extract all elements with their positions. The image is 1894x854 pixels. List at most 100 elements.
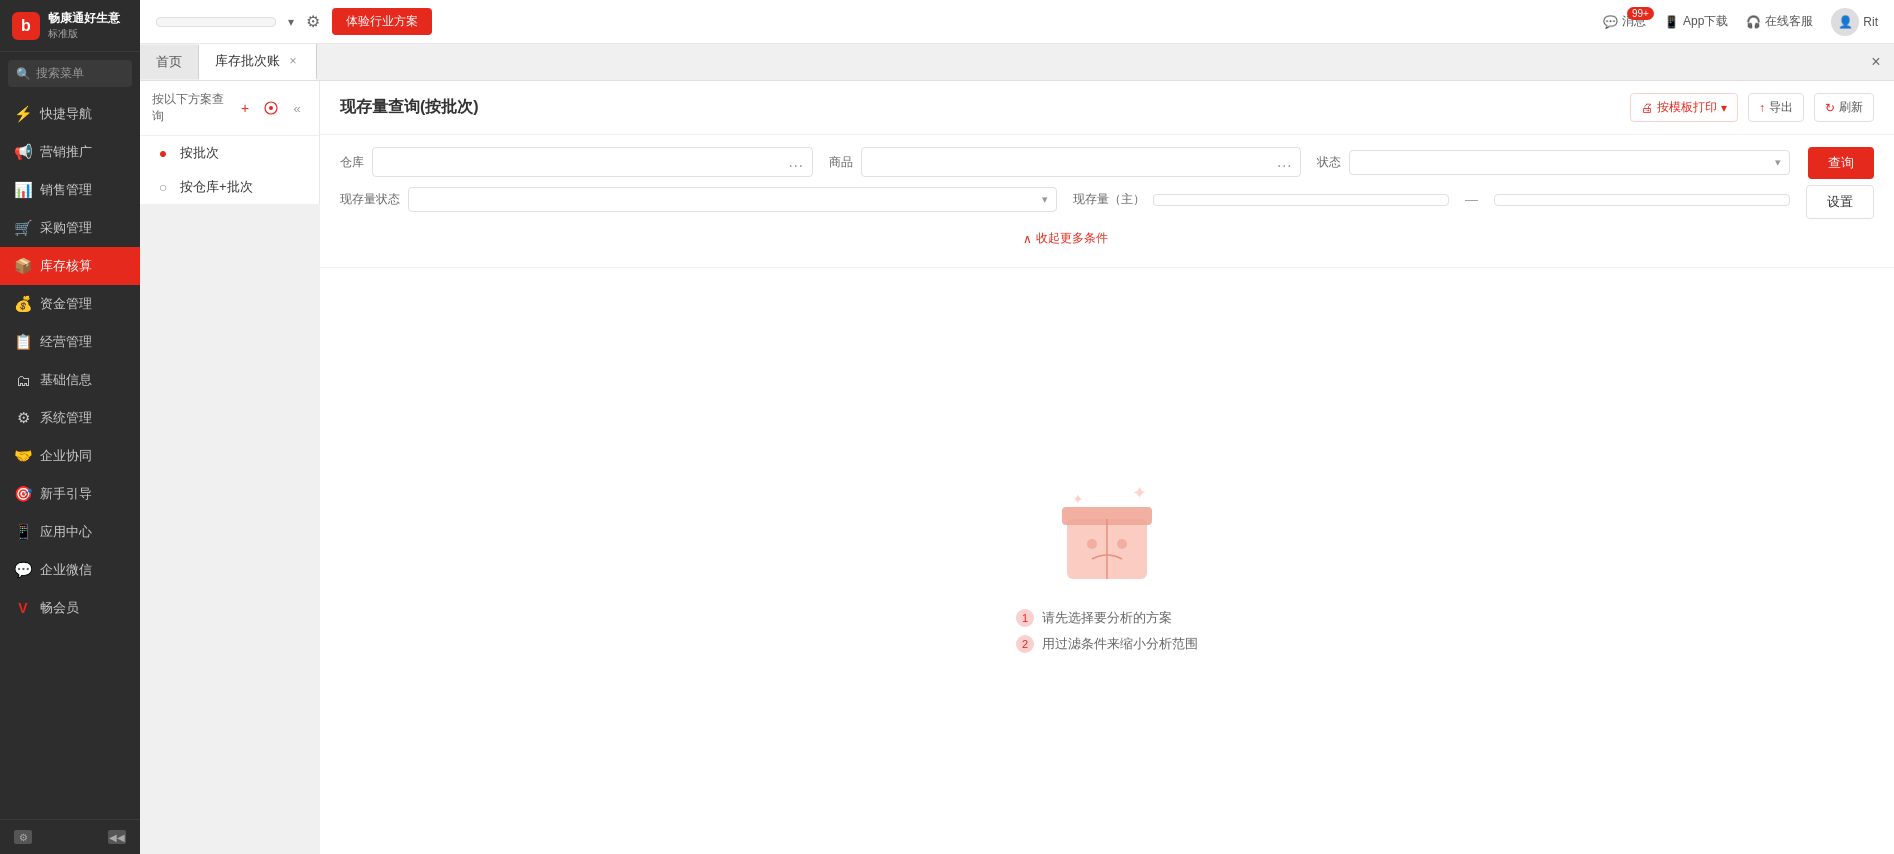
filter-buttons: 查询 设置	[1806, 147, 1874, 219]
print-dropdown-icon: ▾	[1721, 101, 1727, 115]
sidebar-item-operations[interactable]: 📋 经营管理	[0, 323, 140, 361]
filter-row-1: 仓库 … 商品 …	[340, 147, 1790, 177]
sidebar-item-member[interactable]: V 畅会员	[0, 589, 140, 627]
add-scheme-btn[interactable]: +	[235, 98, 255, 118]
tab-close-btn[interactable]: ×	[286, 54, 300, 68]
tab-batch[interactable]: 库存批次账 ×	[199, 44, 317, 80]
apps-icon: 📱	[14, 523, 32, 541]
sidebar-item-basic[interactable]: 🗂 基础信息	[0, 361, 140, 399]
sidebar-item-apps[interactable]: 📱 应用中心	[0, 513, 140, 551]
scheme-item-by-warehouse-batch[interactable]: ○ 按仓库+批次	[140, 170, 319, 204]
refresh-btn[interactable]: ↻ 刷新	[1814, 93, 1874, 122]
empty-tip-2: 2 用过滤条件来缩小分析范围	[1016, 635, 1198, 653]
sidebar-item-label: 快捷导航	[40, 105, 92, 123]
search-icon: 🔍	[16, 67, 31, 81]
stock-amount-min[interactable]	[1153, 194, 1449, 206]
product-label: 商品	[829, 154, 853, 171]
filter-product: 商品 …	[829, 147, 1302, 177]
collapse-panel-btn[interactable]: «	[287, 98, 307, 118]
sidebar-item-system[interactable]: ⚙ 系统管理	[0, 399, 140, 437]
filter-row-2: 现存量状态 ▾ 现存量（主）	[340, 187, 1790, 212]
stock-status-select[interactable]: ▾	[408, 187, 1057, 212]
user-avatar-btn[interactable]: 👤 Rit	[1831, 8, 1878, 36]
sidebar-item-label: 企业微信	[40, 561, 92, 579]
filter-warehouse: 仓库 …	[340, 147, 813, 177]
svg-text:✦: ✦	[1072, 491, 1084, 507]
sidebar-item-label: 应用中心	[40, 523, 92, 541]
headset-icon: 🎧	[1746, 15, 1761, 29]
settings-footer-btn[interactable]: ⚙	[14, 830, 32, 844]
online-service-label: 在线客服	[1765, 13, 1813, 30]
sidebar-item-quicknav[interactable]: ⚡ 快捷导航	[0, 95, 140, 133]
printer-icon: 🖨	[1641, 101, 1653, 115]
sidebar-item-purchase[interactable]: 🛒 采购管理	[0, 209, 140, 247]
tab-close-right-btn[interactable]: ×	[1858, 44, 1894, 80]
scheme-item-by-batch[interactable]: ● 按批次	[140, 136, 319, 170]
sidebar-item-marketing[interactable]: 📢 营销推广	[0, 133, 140, 171]
page-header: 现存量查询(按批次) 🖨 按模板打印 ▾ ↑ 导出 ↻ 刷新	[320, 81, 1894, 135]
sidebar-item-newuser[interactable]: 🎯 新手引导	[0, 475, 140, 513]
tab-home[interactable]: 首页	[140, 45, 199, 79]
product-dots-icon[interactable]: …	[1276, 153, 1292, 171]
topbar-gear-icon[interactable]: ⚙	[306, 12, 320, 31]
sales-icon: 📊	[14, 181, 32, 199]
message-badge: 99+	[1627, 7, 1654, 20]
refresh-icon: ↻	[1825, 101, 1835, 115]
main-area: ▾ ⚙ 体验行业方案 💬 消息 99+ 📱 App下载 🎧 在线客服 👤	[140, 0, 1894, 854]
filter-settings-btn[interactable]: 设置	[1806, 185, 1874, 219]
content-area: 按以下方案查询 + « ● 按批次	[140, 81, 1894, 854]
sidebar-item-wechat[interactable]: 💬 企业微信	[0, 551, 140, 589]
topbar-dropdown-btn[interactable]: ▾	[288, 15, 294, 29]
sidebar-item-sales[interactable]: 📊 销售管理	[0, 171, 140, 209]
system-icon: ⚙	[14, 409, 32, 427]
page-title: 现存量查询(按批次)	[340, 97, 479, 118]
collapse-more-btn[interactable]: ∧ 收起更多条件	[340, 222, 1790, 255]
sidebar-header: b 畅康通好生意 标准版	[0, 0, 140, 52]
sidebar-item-inventory[interactable]: 📦 库存核算	[0, 247, 140, 285]
warehouse-dots-icon[interactable]: …	[788, 153, 804, 171]
print-btn[interactable]: 🖨 按模板打印 ▾	[1630, 93, 1738, 122]
app-download-btn[interactable]: 📱 App下载	[1664, 13, 1728, 30]
tab-home-label: 首页	[156, 53, 182, 71]
sidebar-search[interactable]: 🔍 搜索菜单	[8, 60, 132, 87]
search-label: 搜索菜单	[36, 65, 84, 82]
app-title-wrap: 畅康通好生意 标准版	[48, 10, 120, 41]
svg-point-6	[1117, 539, 1127, 549]
marketing-icon: 📢	[14, 143, 32, 161]
stock-amount-label: 现存量（主）	[1073, 191, 1145, 208]
avatar: 👤	[1831, 8, 1859, 36]
filter-stock-amount: 现存量（主） —	[1073, 191, 1790, 208]
empty-svg: ✦ ✦	[1047, 469, 1167, 589]
warehouse-batch-scheme-icon: ○	[154, 178, 172, 196]
avatar-placeholder: 👤	[1838, 15, 1853, 29]
status-select[interactable]: ▾	[1349, 150, 1790, 175]
sidebar-item-corp[interactable]: 🤝 企业协同	[0, 437, 140, 475]
basic-icon: 🗂	[14, 371, 32, 389]
sidebar-item-finance[interactable]: 💰 资金管理	[0, 285, 140, 323]
sidebar-item-label: 基础信息	[40, 371, 92, 389]
company-name: 畅康通好生意	[48, 10, 120, 27]
empty-state: ✦ ✦ 1 请先选择要分析的方案 2 用过滤条件来缩小分析范围	[320, 268, 1894, 854]
scheme-settings-btn[interactable]	[261, 98, 281, 118]
online-service-btn[interactable]: 🎧 在线客服	[1746, 13, 1813, 30]
message-btn[interactable]: 💬 消息 99+	[1603, 13, 1646, 30]
export-btn[interactable]: ↑ 导出	[1748, 93, 1804, 122]
tabs-bar: 首页 库存批次账 × ×	[140, 44, 1894, 81]
query-btn[interactable]: 查询	[1808, 147, 1874, 179]
topbar-actions: 💬 消息 99+ 📱 App下载 🎧 在线客服 👤 Rit	[1603, 8, 1878, 36]
topbar: ▾ ⚙ 体验行业方案 💬 消息 99+ 📱 App下载 🎧 在线客服 👤	[140, 0, 1894, 44]
product-input[interactable]: …	[861, 147, 1302, 177]
purchase-icon: 🛒	[14, 219, 32, 237]
stock-amount-max[interactable]	[1494, 194, 1790, 206]
app-download-label: App下载	[1683, 13, 1728, 30]
tip-text-2: 用过滤条件来缩小分析范围	[1042, 635, 1198, 653]
left-panel-header: 按以下方案查询 + «	[140, 81, 319, 136]
trial-btn[interactable]: 体验行业方案	[332, 8, 432, 35]
warehouse-input[interactable]: …	[372, 147, 813, 177]
sidebar-item-label: 营销推广	[40, 143, 92, 161]
collapse-sidebar-btn[interactable]: ◀◀	[108, 830, 126, 844]
stock-status-label: 现存量状态	[340, 191, 400, 208]
scheme-label: 按仓库+批次	[180, 178, 253, 196]
sidebar-item-label: 经营管理	[40, 333, 92, 351]
collapse-label: 收起更多条件	[1036, 230, 1108, 247]
